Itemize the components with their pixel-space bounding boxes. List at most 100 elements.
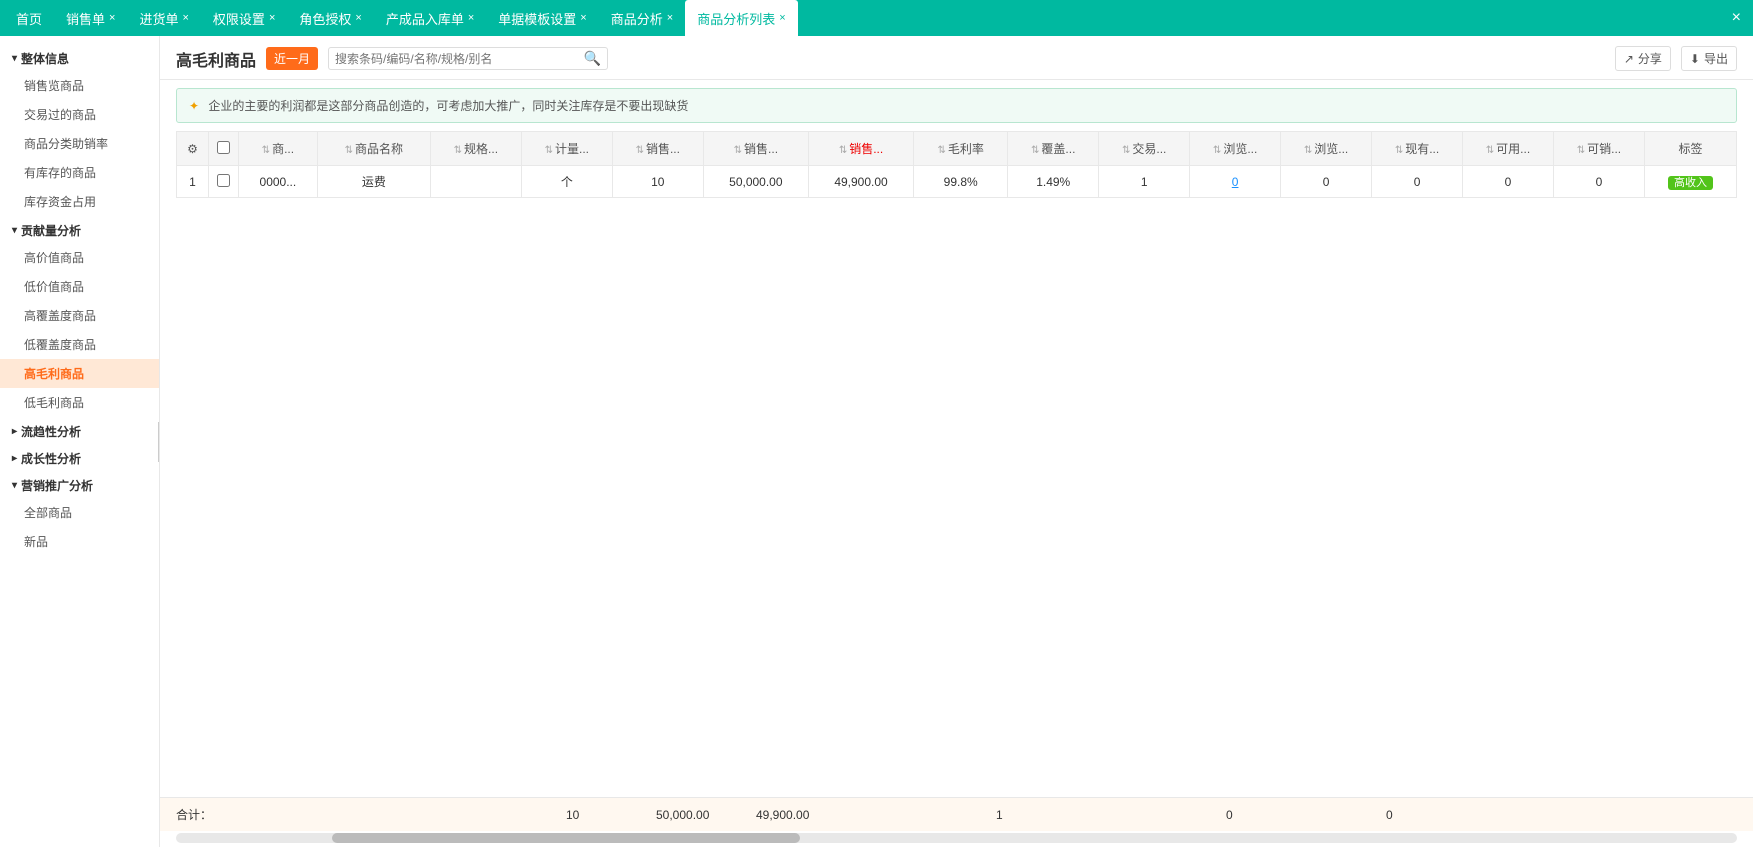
nav-sales[interactable]: 销售单 × [54, 0, 127, 36]
select-all-checkbox[interactable] [217, 141, 230, 154]
cell-stock-saleable: 0 [1553, 166, 1644, 198]
search-box[interactable]: 🔍 [328, 47, 608, 70]
sidebar-item-sales-goods[interactable]: 销售览商品 [0, 71, 159, 100]
col-checkbox[interactable] [209, 132, 239, 166]
nav-close-template[interactable]: × [580, 12, 586, 24]
sidebar-item-traded-goods[interactable]: 交易过的商品 [0, 100, 159, 129]
share-button[interactable]: ↗ 分享 [1615, 46, 1671, 71]
nav-close-role[interactable]: × [355, 12, 361, 24]
nav-close-permission[interactable]: × [269, 12, 275, 24]
col-code: ⇅商... [239, 132, 318, 166]
sort-icon-stock-avail[interactable]: ⇅ [1486, 145, 1494, 156]
search-icon[interactable]: 🔍 [584, 50, 601, 67]
nav-role[interactable]: 角色授权 × [287, 0, 373, 36]
footer-totals: 合计： 10 50,000.00 49,900.00 1 0 0 [160, 797, 1753, 831]
sidebar-item-all-goods[interactable]: 全部商品 [0, 498, 159, 527]
sidebar-item-new-goods[interactable]: 新品 [0, 527, 159, 556]
col-views1: ⇅浏览... [1190, 132, 1281, 166]
sort-icon-profit[interactable]: ⇅ [839, 145, 847, 156]
col-gross-margin: ⇅毛利率 [914, 132, 1008, 166]
sort-icon-unit[interactable]: ⇅ [545, 145, 553, 156]
cell-stock-available: 0 [1463, 166, 1554, 198]
cell-stock-current: 0 [1372, 166, 1463, 198]
sidebar-item-category-rate[interactable]: 商品分类助销率 [0, 129, 159, 158]
nav-analysis-list[interactable]: 商品分析列表 × [685, 0, 797, 36]
sort-icon-stock-current[interactable]: ⇅ [1395, 145, 1403, 156]
search-input[interactable] [335, 52, 584, 66]
col-sales-qty: ⇅销售... [612, 132, 703, 166]
sort-icon-coverage[interactable]: ⇅ [1031, 145, 1039, 156]
nav-close-sales[interactable]: × [109, 12, 115, 24]
col-name: ⇅商品名称 [317, 132, 430, 166]
cell-gross-margin: 99.8% [914, 166, 1008, 198]
cell-checkbox[interactable] [209, 166, 239, 198]
nav-product-entry[interactable]: 产成品入库单 × [374, 0, 486, 36]
col-sales-profit: ⇅销售... [808, 132, 913, 166]
cell-sales-qty: 10 [612, 166, 703, 198]
sidebar-item-stock-goods[interactable]: 有库存的商品 [0, 158, 159, 187]
cell-views1[interactable]: 0 [1190, 166, 1281, 198]
nav-purchase[interactable]: 进货单 × [127, 0, 200, 36]
cell-sales-amount: 50,000.00 [703, 166, 808, 198]
row-checkbox[interactable] [217, 174, 230, 187]
col-stock-saleable: ⇅可销... [1553, 132, 1644, 166]
nav-close-purchase[interactable]: × [182, 12, 188, 24]
nav-product-analysis[interactable]: 商品分析 × [599, 0, 685, 36]
col-coverage: ⇅覆盖... [1008, 132, 1099, 166]
sort-icon-views1[interactable]: ⇅ [1213, 145, 1221, 156]
col-trade: ⇅交易... [1099, 132, 1190, 166]
horizontal-scrollbar[interactable] [176, 833, 1737, 843]
cell-coverage: 1.49% [1008, 166, 1099, 198]
nav-close-analysis-list[interactable]: × [779, 12, 785, 24]
total-label: 合计： [176, 806, 226, 823]
sort-icon-margin[interactable]: ⇅ [937, 145, 945, 156]
sidebar-item-stock-fund[interactable]: 库存资金占用 [0, 187, 159, 216]
sidebar-group-growth[interactable]: ▸ 成长性分析 [0, 444, 159, 471]
sidebar-item-low-value[interactable]: 低价值商品 [0, 272, 159, 301]
views1-link[interactable]: 0 [1232, 175, 1239, 189]
period-button[interactable]: 近一月 [266, 47, 318, 70]
sort-icon-spec[interactable]: ⇅ [454, 145, 462, 156]
nav-close-product-analysis[interactable]: × [667, 12, 673, 24]
settings-icon[interactable]: ⚙ [187, 142, 198, 156]
nav-template[interactable]: 单据模板设置 × [486, 0, 598, 36]
sidebar-group-contribution[interactable]: ▾ 贡献量分析 [0, 216, 159, 243]
sidebar-group-overall[interactable]: ▾ 整体信息 [0, 44, 159, 71]
sort-icon-name[interactable]: ⇅ [345, 145, 353, 156]
sidebar-group-marketing[interactable]: ▾ 营销推广分析 [0, 471, 159, 498]
nav-home[interactable]: 首页 [4, 0, 54, 36]
nav-close-product-entry[interactable]: × [468, 12, 474, 24]
sidebar-item-low-coverage[interactable]: 低覆盖度商品 [0, 330, 159, 359]
footer-profit: 49,900.00 [756, 808, 856, 822]
sidebar-item-high-margin[interactable]: 高毛利商品 [0, 359, 159, 388]
sidebar-group-trend[interactable]: ▸ 流趋性分析 [0, 417, 159, 444]
export-icon: ⬇ [1690, 52, 1700, 66]
cell-trade: 1 [1099, 166, 1190, 198]
footer-stock-current: 0 [1226, 808, 1316, 822]
col-settings[interactable]: ⚙ [177, 132, 209, 166]
sort-icon-views2[interactable]: ⇅ [1304, 145, 1312, 156]
cell-tag: 高收入 [1644, 166, 1736, 198]
sort-icon-qty[interactable]: ⇅ [636, 145, 644, 156]
sidebar-item-low-margin[interactable]: 低毛利商品 [0, 388, 159, 417]
sort-icon[interactable]: ⇅ [262, 145, 270, 156]
nav-permission[interactable]: 权限设置 × [201, 0, 287, 36]
sort-icon-stock-sale[interactable]: ⇅ [1577, 145, 1585, 156]
sort-icon-amount[interactable]: ⇅ [734, 145, 742, 156]
arrow-icon-5: ▾ [12, 480, 17, 491]
cell-name: 运费 [317, 166, 430, 198]
sidebar-item-high-value[interactable]: 高价值商品 [0, 243, 159, 272]
col-stock-available: ⇅可用... [1463, 132, 1554, 166]
close-all-tabs[interactable]: × [1724, 9, 1749, 27]
sidebar-item-high-coverage[interactable]: 高覆盖度商品 [0, 301, 159, 330]
table-header-row: ⚙ ⇅商... ⇅商品名称 ⇅规格... ⇅计量... ⇅销售... ⇅销售..… [177, 132, 1737, 166]
cell-sales-profit: 49,900.00 [808, 166, 913, 198]
footer-amount: 50,000.00 [656, 808, 756, 822]
footer-cells: 10 50,000.00 49,900.00 1 0 0 [226, 808, 1737, 822]
sidebar: ▾ 整体信息 销售览商品 交易过的商品 商品分类助销率 有库存的商品 库存资金占… [0, 36, 160, 847]
scrollbar-thumb[interactable] [332, 833, 800, 843]
sort-icon-trade[interactable]: ⇅ [1122, 145, 1130, 156]
header-actions: ↗ 分享 ⬇ 导出 [1615, 46, 1737, 71]
export-button[interactable]: ⬇ 导出 [1681, 46, 1737, 71]
content-header: 高毛利商品 近一月 🔍 ↗ 分享 ⬇ 导出 [160, 36, 1753, 80]
